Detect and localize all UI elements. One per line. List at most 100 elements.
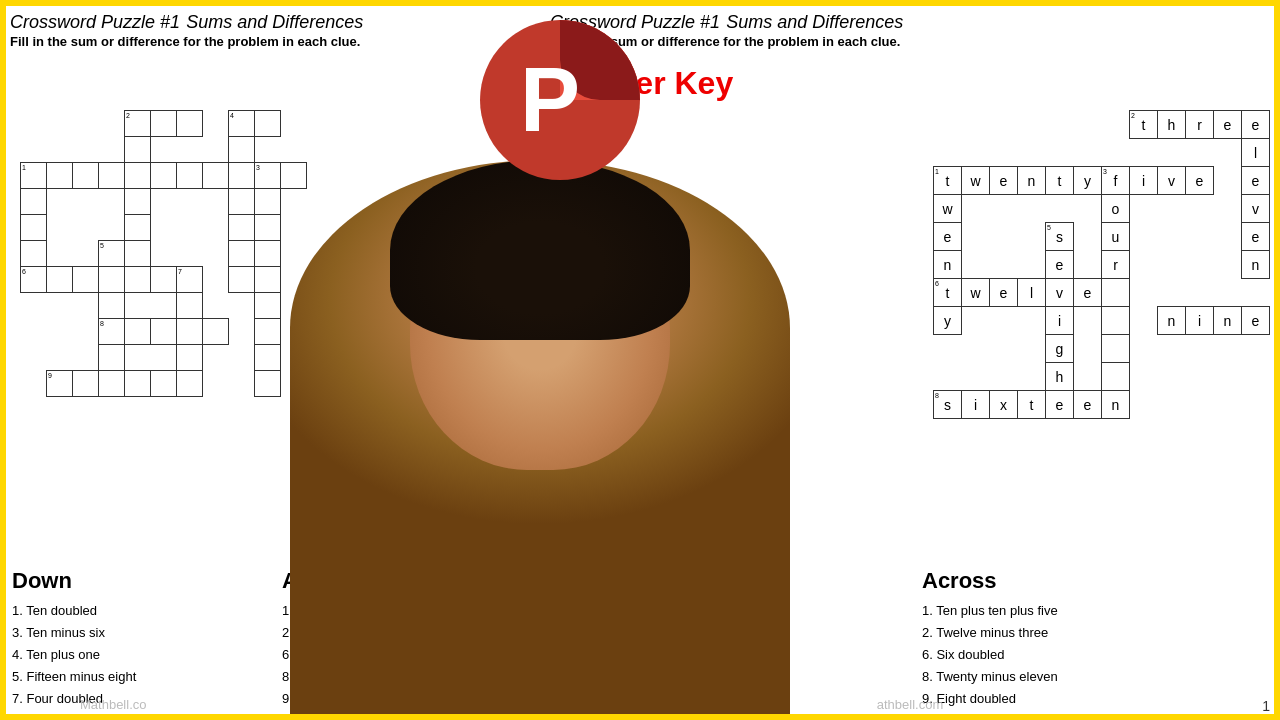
answer-cell: v — [1242, 195, 1270, 223]
grid-cell — [255, 319, 281, 345]
answer-cell — [1102, 363, 1130, 391]
right-content: Crossword Puzzle #1 Sums and Differences… — [540, 0, 1280, 720]
grid-cell — [255, 371, 281, 397]
left-watermark: Mathbell.co — [80, 697, 146, 712]
answer-cell: g — [1046, 335, 1074, 363]
answer-cell — [1186, 139, 1214, 167]
answer-cell: x — [990, 391, 1018, 419]
answer-cell: n — [1242, 251, 1270, 279]
grid-cell — [177, 163, 203, 189]
grid-cell — [125, 137, 151, 163]
answer-cell — [990, 335, 1018, 363]
grid-row: 1 3 — [21, 163, 307, 189]
answer-cell: e — [1046, 251, 1074, 279]
answer-cell — [1158, 335, 1186, 363]
grid-cell — [99, 267, 125, 293]
grid-cell — [281, 215, 307, 241]
answer-cell — [990, 195, 1018, 223]
left-clues: Down 1. Ten doubled 3. Ten minus six 4. … — [0, 558, 540, 720]
grid-cell — [73, 293, 99, 319]
answer-cell — [1018, 223, 1046, 251]
answer-cell: y — [934, 307, 962, 335]
grid-cell — [281, 137, 307, 163]
ppt-logo: P — [480, 20, 640, 180]
right-across-title: Across — [922, 568, 1268, 594]
answer-cell — [1018, 139, 1046, 167]
answer-cell — [1130, 195, 1158, 223]
answer-cell: y — [1074, 167, 1102, 195]
answer-cell: l — [1242, 139, 1270, 167]
grid-cell — [73, 163, 99, 189]
grid-cell — [281, 189, 307, 215]
grid-cell — [229, 189, 255, 215]
left-grid-table: 2 4 — [20, 110, 307, 397]
grid-cell — [229, 267, 255, 293]
answer-cell: o — [1102, 195, 1130, 223]
left-title-italic: Sums and Differences — [186, 12, 363, 32]
grid-cell — [47, 215, 73, 241]
answer-cell — [934, 335, 962, 363]
answer-cell — [1074, 195, 1102, 223]
grid-cell — [151, 293, 177, 319]
grid-row — [21, 345, 307, 371]
grid-cell — [125, 163, 151, 189]
clue-item: 5. Fifteen minus eight — [552, 666, 898, 688]
clue-item: 8. Twenty minus — [282, 666, 528, 688]
answer-cell — [1018, 111, 1046, 139]
grid-cell — [125, 189, 151, 215]
grid-cell — [99, 345, 125, 371]
grid-cell — [177, 189, 203, 215]
right-across-clues: Across 1. Ten plus ten plus five 2. Twel… — [910, 558, 1280, 720]
grid-cell — [21, 371, 47, 397]
answer-cell: n — [1018, 167, 1046, 195]
grid-cell — [151, 137, 177, 163]
grid-cell — [73, 241, 99, 267]
answer-grid-table: 2t h r e e — [933, 110, 1270, 419]
grid-cell — [255, 293, 281, 319]
grid-cell — [21, 293, 47, 319]
grid-cell — [255, 345, 281, 371]
grid-cell — [47, 319, 73, 345]
answer-cell: e — [1242, 307, 1270, 335]
answer-cell — [1130, 279, 1158, 307]
grid-cell — [177, 345, 203, 371]
clue-item: 3. Ten minus six — [552, 622, 898, 644]
grid-cell — [229, 293, 255, 319]
clue-item: 2. Twelve minus — [282, 622, 528, 644]
grid-cell — [125, 371, 151, 397]
answer-cell — [1158, 195, 1186, 223]
right-answer-grid: 2t h r e e — [933, 110, 1270, 419]
grid-cell — [229, 215, 255, 241]
answer-cell: w — [962, 279, 990, 307]
answer-cell: r — [1102, 251, 1130, 279]
grid-cell — [47, 137, 73, 163]
answer-cell — [1158, 223, 1186, 251]
answer-cell — [1214, 167, 1242, 195]
answer-cell — [1186, 195, 1214, 223]
answer-cell — [1102, 111, 1130, 139]
answer-cell: n — [934, 251, 962, 279]
grid-cell: 3 — [255, 163, 281, 189]
answer-cell: w — [934, 195, 962, 223]
grid-row: l — [934, 139, 1270, 167]
answer-cell — [1214, 251, 1242, 279]
answer-cell: e — [990, 279, 1018, 307]
answer-cell — [1214, 335, 1242, 363]
answer-cell — [1242, 363, 1270, 391]
answer-cell — [962, 223, 990, 251]
grid-cell — [21, 189, 47, 215]
grid-cell: 1 — [21, 163, 47, 189]
grid-cell — [73, 345, 99, 371]
grid-cell — [151, 215, 177, 241]
grid-cell — [229, 345, 255, 371]
answer-cell: l — [1018, 279, 1046, 307]
grid-row: 6 7 — [21, 267, 307, 293]
grid-cell: 8 — [99, 319, 125, 345]
right-panel: Crossword Puzzle #1 Sums and Differences… — [540, 0, 1280, 720]
clue-item: 9. Eight doubled — [922, 688, 1268, 710]
clue-item: 5. Fifteen minus eight — [12, 666, 258, 688]
answer-cell: 2t — [1130, 111, 1158, 139]
grid-cell — [21, 241, 47, 267]
grid-cell — [203, 163, 229, 189]
grid-cell — [73, 189, 99, 215]
